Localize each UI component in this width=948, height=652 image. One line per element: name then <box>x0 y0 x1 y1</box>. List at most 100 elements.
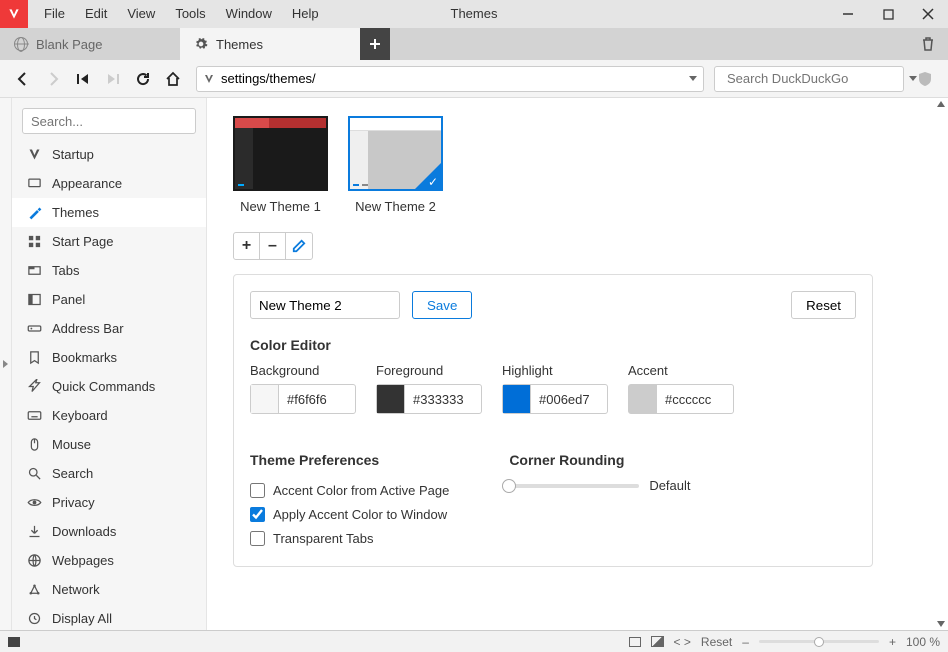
checkbox-label: Transparent Tabs <box>273 531 373 546</box>
reset-button[interactable]: Reset <box>791 291 856 319</box>
menu-window[interactable]: Window <box>216 0 282 28</box>
sidebar-icon <box>26 582 42 598</box>
sidebar-label: Appearance <box>52 176 122 191</box>
ublock-shield-icon[interactable] <box>912 66 938 92</box>
theme-tools: + – <box>233 232 313 260</box>
tab-label: Blank Page <box>36 37 103 52</box>
sidebar-label: Privacy <box>52 495 95 510</box>
tiling-icon[interactable] <box>629 637 641 647</box>
menu-view[interactable]: View <box>117 0 165 28</box>
images-icon[interactable] <box>651 636 664 647</box>
zoom-reset-button[interactable]: Reset <box>701 635 732 649</box>
color-swatch[interactable] <box>377 385 405 413</box>
titlebar: File Edit View Tools Window Help Themes <box>0 0 948 28</box>
vivaldi-icon <box>203 73 215 85</box>
panel-rail[interactable] <box>0 98 12 630</box>
checkbox-transparent-tabs[interactable]: Transparent Tabs <box>250 526 449 550</box>
color-label: Highlight <box>502 363 608 378</box>
chevron-down-icon[interactable] <box>689 76 697 81</box>
sidebar-item-address-bar[interactable]: Address Bar <box>12 314 206 343</box>
color-input-accent[interactable]: #cccccc <box>628 384 734 414</box>
sidebar-item-tabs[interactable]: Tabs <box>12 256 206 285</box>
settings-main: New Theme 1New Theme 2 + – Save Reset Co… <box>207 98 948 630</box>
sidebar-item-themes[interactable]: Themes <box>12 198 206 227</box>
menu-file[interactable]: File <box>34 0 75 28</box>
sidebar-item-appearance[interactable]: Appearance <box>12 169 206 198</box>
nav-fastforward-button[interactable] <box>100 66 126 92</box>
closed-tabs-trash-button[interactable] <box>908 28 948 60</box>
theme-thumb-new-theme-1[interactable]: New Theme 1 <box>233 116 328 214</box>
sidebar-item-downloads[interactable]: Downloads <box>12 517 206 546</box>
search-input[interactable] <box>727 71 903 86</box>
sidebar-item-quick-commands[interactable]: Quick Commands <box>12 372 206 401</box>
zoom-in-button[interactable]: + <box>889 635 896 649</box>
page-actions-icon[interactable]: < > <box>674 635 691 649</box>
color-swatch[interactable] <box>251 385 279 413</box>
theme-name-input[interactable] <box>250 291 400 319</box>
sidebar-item-display-all[interactable]: Display All <box>12 604 206 633</box>
sidebar-item-panel[interactable]: Panel <box>12 285 206 314</box>
zoom-out-button[interactable]: – <box>742 635 749 649</box>
nav-back-button[interactable] <box>10 66 36 92</box>
address-field[interactable] <box>196 66 704 92</box>
checkbox-input[interactable] <box>250 531 265 546</box>
color-label: Background <box>250 363 356 378</box>
sidebar-item-mouse[interactable]: Mouse <box>12 430 206 459</box>
tab-blank-page[interactable]: Blank Page <box>0 28 180 60</box>
vivaldi-app-icon[interactable] <box>0 0 28 28</box>
tab-themes[interactable]: Themes <box>180 28 360 60</box>
color-hex[interactable]: #006ed7 <box>531 392 607 407</box>
theme-thumb-new-theme-2[interactable]: New Theme 2 <box>348 116 443 214</box>
nav-home-button[interactable] <box>160 66 186 92</box>
color-swatch[interactable] <box>629 385 657 413</box>
sidebar-item-search[interactable]: Search <box>12 459 206 488</box>
sidebar-icon <box>26 321 42 337</box>
sidebar-label: Startup <box>52 147 94 162</box>
sidebar-item-bookmarks[interactable]: Bookmarks <box>12 343 206 372</box>
new-tab-button[interactable] <box>360 28 390 60</box>
search-field[interactable] <box>714 66 904 92</box>
url-input[interactable] <box>221 71 683 86</box>
nav-rewind-button[interactable] <box>70 66 96 92</box>
checkbox-input[interactable] <box>250 483 265 498</box>
toolbar <box>0 60 948 98</box>
remove-theme-button[interactable]: – <box>260 233 286 259</box>
nav-forward-button[interactable] <box>40 66 66 92</box>
sidebar-label: Themes <box>52 205 99 220</box>
sidebar-item-privacy[interactable]: Privacy <box>12 488 206 517</box>
sidebar-item-network[interactable]: Network <box>12 575 206 604</box>
color-swatch[interactable] <box>503 385 531 413</box>
zoom-slider[interactable] <box>759 640 879 643</box>
window-minimize-button[interactable] <box>828 0 868 28</box>
window-close-button[interactable] <box>908 0 948 28</box>
sidebar-item-keyboard[interactable]: Keyboard <box>12 401 206 430</box>
color-hex[interactable]: #333333 <box>405 392 481 407</box>
sidebar-item-start-page[interactable]: Start Page <box>12 227 206 256</box>
nav-reload-button[interactable] <box>130 66 156 92</box>
save-button[interactable]: Save <box>412 291 472 319</box>
color-hex[interactable]: #cccccc <box>657 392 733 407</box>
menu-tools[interactable]: Tools <box>165 0 215 28</box>
color-input-highlight[interactable]: #006ed7 <box>502 384 608 414</box>
color-hex[interactable]: #f6f6f6 <box>279 392 355 407</box>
checkbox-accent-from-page[interactable]: Accent Color from Active Page <box>250 478 449 502</box>
corner-rounding-slider[interactable] <box>509 484 639 488</box>
menu-edit[interactable]: Edit <box>75 0 117 28</box>
sidebar-item-webpages[interactable]: Webpages <box>12 546 206 575</box>
sidebar-label: Tabs <box>52 263 79 278</box>
settings-search-input[interactable] <box>22 108 196 134</box>
sidebar-icon <box>26 263 42 279</box>
scrollbar[interactable] <box>935 101 945 627</box>
window-maximize-button[interactable] <box>868 0 908 28</box>
sidebar-item-startup[interactable]: Startup <box>12 140 206 169</box>
edit-theme-button[interactable] <box>286 233 312 259</box>
checkbox-accent-to-window[interactable]: Apply Accent Color to Window <box>250 502 449 526</box>
color-input-background[interactable]: #f6f6f6 <box>250 384 356 414</box>
menu-help[interactable]: Help <box>282 0 329 28</box>
add-theme-button[interactable]: + <box>234 233 260 259</box>
color-input-foreground[interactable]: #333333 <box>376 384 482 414</box>
checkbox-input[interactable] <box>250 507 265 522</box>
status-panel-toggle[interactable] <box>8 637 20 647</box>
corner-rounding-value: Default <box>649 478 690 493</box>
sidebar-icon <box>26 408 42 424</box>
